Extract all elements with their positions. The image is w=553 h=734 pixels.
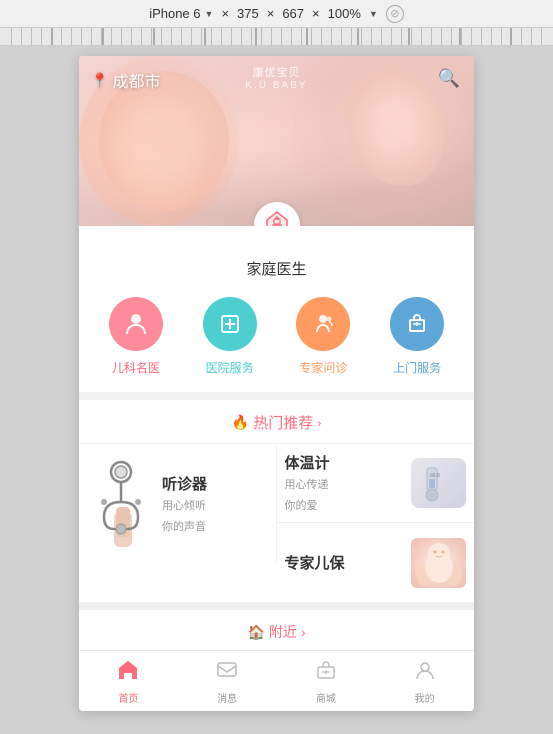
nearby-section: 🏠 附近 › xyxy=(79,610,474,650)
expert-childcare-title: 专家儿保 xyxy=(285,552,404,573)
nearby-title: 附近 xyxy=(269,622,297,642)
service-item-expert[interactable]: 专家问诊 xyxy=(296,297,350,376)
expert-icon-circle xyxy=(296,297,350,351)
homevisit-icon-circle xyxy=(390,297,444,351)
phone: 📍 成都市 康优宝贝 K.U BABY 🔍 xyxy=(79,56,474,711)
svg-text:88.8: 88.8 xyxy=(430,473,440,479)
logo-chinese: 康优宝贝 xyxy=(245,64,307,80)
separator-x2: × xyxy=(267,6,275,21)
shop-nav-icon xyxy=(315,659,337,687)
home-nav-icon xyxy=(117,659,139,687)
zoom-value: 100% xyxy=(328,6,361,21)
height-value: 667 xyxy=(282,6,304,21)
pediatrics-label: 儿科名医 xyxy=(112,359,160,376)
location-text: 成都市 xyxy=(112,68,160,92)
hot-section: 🔥 热门推荐 › xyxy=(79,400,474,602)
phone-wrapper: 📍 成都市 康优宝贝 K.U BABY 🔍 xyxy=(79,46,474,734)
service-icon-grid: 儿科名医 医院服务 xyxy=(79,297,474,376)
message-nav-label: 消息 xyxy=(217,690,237,705)
hot-title: 热门推荐 xyxy=(253,412,313,433)
nav-item-profile[interactable]: 我的 xyxy=(375,651,474,711)
zoom-dropdown[interactable]: ▼ xyxy=(369,9,378,19)
divider-1 xyxy=(79,392,474,400)
thermometer-title: 体温计 xyxy=(285,452,404,473)
shop-nav-label: 商城 xyxy=(316,690,336,705)
ruler xyxy=(0,28,553,46)
hot-item-expert-childcare[interactable]: 专家儿保 xyxy=(277,523,475,602)
logo-english: K.U BABY xyxy=(245,80,307,91)
nav-item-message[interactable]: 消息 xyxy=(178,651,277,711)
browser-bar: iPhone 6 ▼ × 375 × 667 × 100% ▼ ⊘ xyxy=(0,0,553,28)
pediatrics-icon-circle xyxy=(109,297,163,351)
family-doctor-title: 家庭医生 xyxy=(79,258,474,279)
app-logo: 康优宝贝 K.U BABY xyxy=(245,64,307,91)
hot-chevron: › xyxy=(317,416,321,430)
separator-x3: × xyxy=(312,6,320,21)
service-item-homevisit[interactable]: 上门服务 xyxy=(390,297,444,376)
stethoscope-image xyxy=(89,454,154,554)
hot-right-column: 体温计 用心传递 你的爱 88.8 xyxy=(277,444,475,602)
device-label: iPhone 6 ▼ xyxy=(149,6,213,21)
expert-label: 专家问诊 xyxy=(299,359,347,376)
hot-header[interactable]: 🔥 热门推荐 › xyxy=(79,400,474,443)
family-doctor-section: 家庭医生 儿科名医 xyxy=(79,226,474,392)
home-nav-label: 首页 xyxy=(118,690,138,705)
flame-icon: 🔥 xyxy=(232,414,249,431)
service-item-pediatrics[interactable]: 儿科名医 xyxy=(109,297,163,376)
search-icon[interactable]: 🔍 xyxy=(438,68,460,89)
hot-grid: 听诊器 用心倾听 你的声音 体温计 用心传递 你的爱 xyxy=(79,443,474,602)
divider-2 xyxy=(79,602,474,610)
thermometer-image: 88.8 xyxy=(411,458,466,508)
separator-x: × xyxy=(221,6,229,21)
hospital-label: 医院服务 xyxy=(206,359,254,376)
device-dropdown[interactable]: ▼ xyxy=(205,9,214,19)
hero-section: 📍 成都市 康优宝贝 K.U BABY 🔍 xyxy=(79,56,474,226)
hot-item-stethoscope[interactable]: 听诊器 用心倾听 你的声音 xyxy=(79,444,277,564)
message-nav-icon xyxy=(216,659,238,687)
stethoscope-text: 听诊器 用心倾听 你的声音 xyxy=(162,473,207,535)
hospital-icon-circle xyxy=(203,297,257,351)
location-display[interactable]: 📍 成都市 xyxy=(91,68,160,92)
homevisit-label: 上门服务 xyxy=(393,359,441,376)
thermometer-sub2: 你的爱 xyxy=(285,498,404,515)
stethoscope-title: 听诊器 xyxy=(162,473,207,494)
nearby-house-icon: 🏠 xyxy=(247,624,264,641)
service-item-hospital[interactable]: 医院服务 xyxy=(203,297,257,376)
stethoscope-sub1: 用心倾听 xyxy=(162,498,207,515)
expert-childcare-text: 专家儿保 xyxy=(285,552,404,573)
thermometer-text: 体温计 用心传递 你的爱 xyxy=(285,452,404,514)
width-value: 375 xyxy=(237,6,259,21)
medical-house-icon xyxy=(264,209,290,226)
ruler-marks xyxy=(0,28,553,45)
nav-item-shop[interactable]: 商城 xyxy=(277,651,376,711)
stethoscope-sub2: 你的声音 xyxy=(162,519,207,536)
baby-care-image xyxy=(411,538,466,588)
location-icon: 📍 xyxy=(91,72,108,89)
profile-nav-icon xyxy=(414,659,436,687)
bottom-navigation: 首页 消息 xyxy=(79,650,474,711)
nearby-chevron: › xyxy=(301,624,306,640)
thermometer-sub1: 用心传递 xyxy=(285,477,404,494)
orientation-button[interactable]: ⊘ xyxy=(386,5,404,23)
profile-nav-label: 我的 xyxy=(415,690,435,705)
nearby-header[interactable]: 🏠 附近 › xyxy=(79,610,474,650)
hot-item-thermometer[interactable]: 体温计 用心传递 你的爱 88.8 xyxy=(277,444,475,523)
device-name: iPhone 6 xyxy=(149,6,200,21)
nav-item-home[interactable]: 首页 xyxy=(79,651,178,711)
